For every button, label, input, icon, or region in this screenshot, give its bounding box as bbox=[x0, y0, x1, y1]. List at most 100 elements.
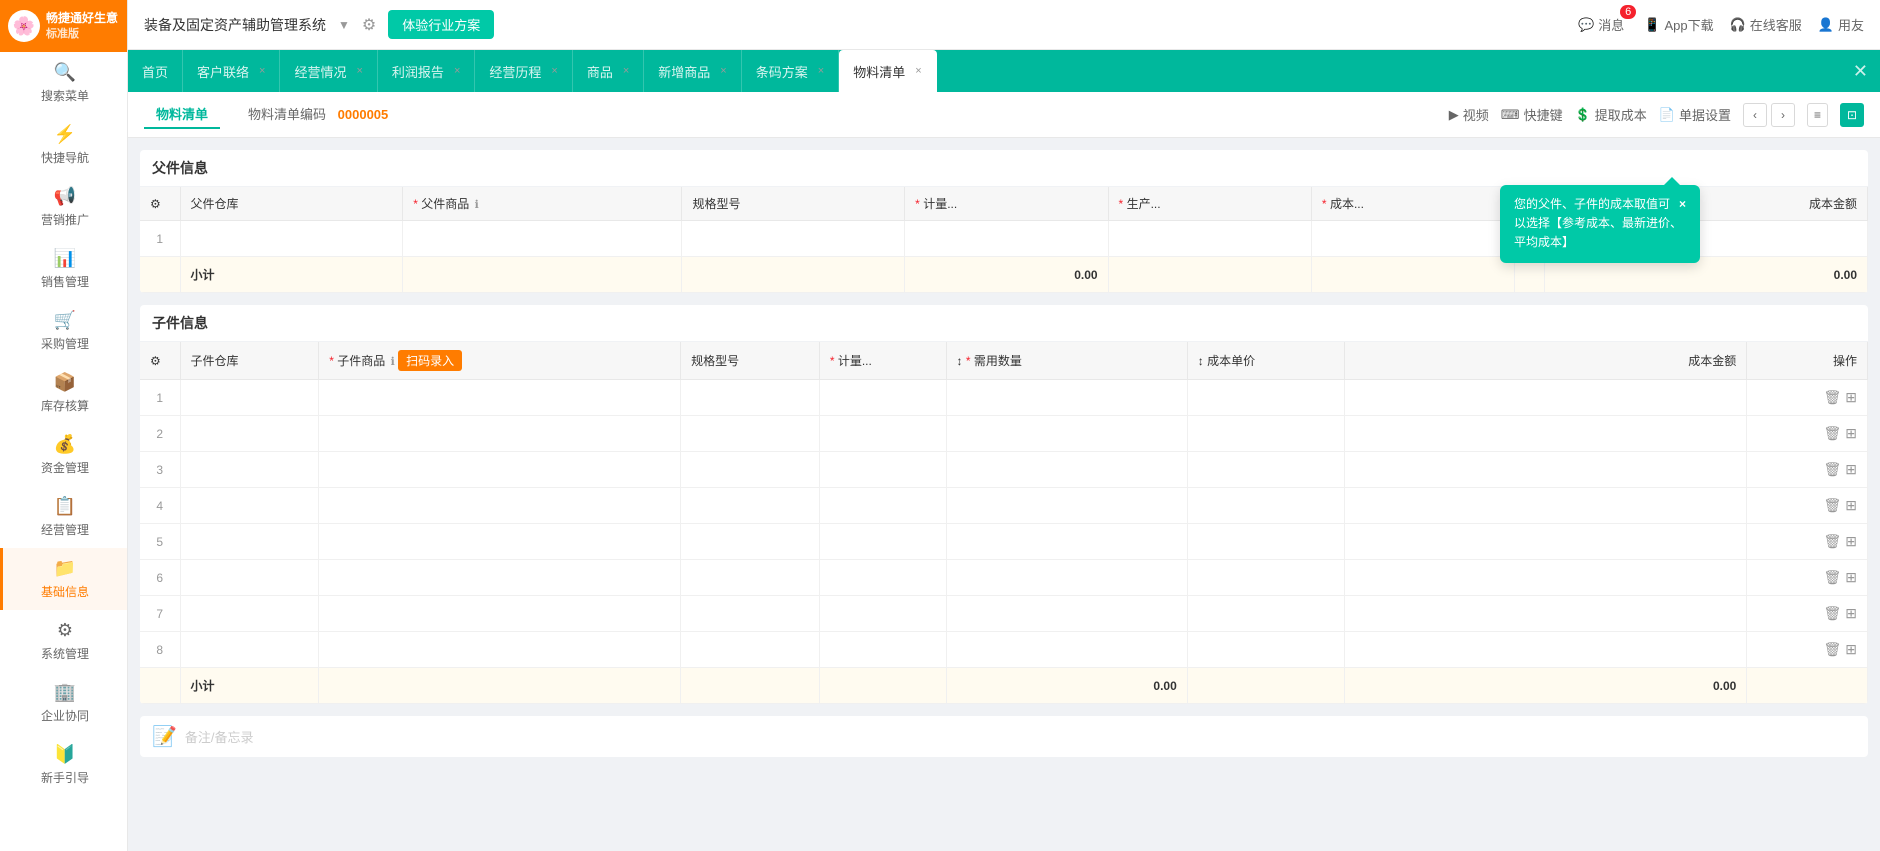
th-child-action: 操作 bbox=[1747, 342, 1868, 380]
extract-cost-btn[interactable]: 💲 提取成本 bbox=[1575, 105, 1647, 124]
child-warehouse-2[interactable] bbox=[180, 416, 319, 452]
online-support-btn[interactable]: 🎧 在线客服 bbox=[1730, 15, 1802, 34]
sidebar-item-guide[interactable]: 🔰 新手引导 bbox=[0, 734, 127, 796]
parent-cost-1[interactable] bbox=[1311, 221, 1514, 257]
dropdown-arrow-icon: ▼ bbox=[338, 18, 350, 32]
parent-spec-1[interactable] bbox=[682, 221, 905, 257]
close-icon[interactable]: × bbox=[551, 65, 557, 77]
child-unit-cost-2[interactable] bbox=[1187, 416, 1344, 452]
close-icon[interactable]: × bbox=[720, 65, 726, 77]
tab-operations[interactable]: 经营情况 × bbox=[280, 50, 377, 92]
video-btn[interactable]: ▶ 视频 bbox=[1449, 105, 1489, 124]
user-btn[interactable]: 👤 用友 bbox=[1818, 15, 1864, 34]
sidebar-item-basic-info[interactable]: 📁 基础信息 bbox=[0, 548, 127, 610]
tab-new-goods[interactable]: 新增商品 × bbox=[644, 50, 741, 92]
close-icon[interactable]: × bbox=[356, 65, 362, 77]
inventory-icon: 📦 bbox=[54, 372, 76, 393]
sidebar-item-system[interactable]: ⚙ 系统管理 bbox=[0, 610, 127, 672]
tooltip-close-btn[interactable]: × bbox=[1679, 195, 1686, 214]
nav-next-btn[interactable]: › bbox=[1771, 103, 1795, 127]
delete-btn-7[interactable]: 🗑 bbox=[1823, 605, 1841, 622]
copy-btn-6[interactable]: ⊞ bbox=[1845, 569, 1857, 586]
delete-btn-3[interactable]: 🗑 bbox=[1823, 461, 1841, 478]
info-icon[interactable]: ℹ bbox=[475, 199, 479, 211]
close-icon[interactable]: × bbox=[623, 65, 629, 77]
child-row-5: 5 🗑 ⊞ bbox=[140, 524, 1868, 560]
copy-btn-1[interactable]: ⊞ bbox=[1845, 389, 1857, 406]
copy-btn-8[interactable]: ⊞ bbox=[1845, 641, 1857, 658]
copy-btn-7[interactable]: ⊞ bbox=[1845, 605, 1857, 622]
child-row-1: 1 🗑 ⊞ bbox=[140, 380, 1868, 416]
try-button[interactable]: 体验行业方案 bbox=[388, 10, 494, 39]
tab-goods[interactable]: 商品 × bbox=[573, 50, 644, 92]
top-header-left: 装备及固定资产辅助管理系统 ▼ ⚙ 体验行业方案 bbox=[144, 10, 494, 39]
sidebar-item-purchase[interactable]: 🛒 采购管理 bbox=[0, 300, 127, 362]
sidebar-item-marketing[interactable]: 📢 营销推广 bbox=[0, 176, 127, 238]
close-icon[interactable]: × bbox=[259, 65, 265, 77]
note-placeholder[interactable]: 备注/备忘录 bbox=[185, 727, 254, 746]
child-warehouse-1[interactable] bbox=[180, 380, 319, 416]
sidebar-item-search[interactable]: 🔍 搜索菜单 bbox=[0, 52, 127, 114]
delete-btn-5[interactable]: 🗑 bbox=[1823, 533, 1841, 550]
child-row-8: 8 🗑 ⊞ bbox=[140, 632, 1868, 668]
th-child-settings[interactable]: ⚙ bbox=[140, 342, 180, 380]
search-icon: 🔍 bbox=[54, 62, 76, 83]
sidebar-item-finance[interactable]: 💰 资金管理 bbox=[0, 424, 127, 486]
shortcut-btn[interactable]: ⌨ 快捷键 bbox=[1501, 105, 1563, 124]
sidebar-item-operations[interactable]: 📋 经营管理 bbox=[0, 486, 127, 548]
scan-btn[interactable]: 扫码录入 bbox=[398, 350, 462, 371]
tab-bom[interactable]: 物料清单 × bbox=[839, 50, 936, 92]
tab-barcode[interactable]: 条码方案 × bbox=[742, 50, 839, 92]
layout-btn[interactable]: ≡ bbox=[1807, 103, 1828, 127]
th-parent-settings[interactable]: ⚙ bbox=[140, 187, 180, 221]
message-btn[interactable]: 💬 6 消息 bbox=[1574, 11, 1628, 38]
child-unit-2[interactable] bbox=[819, 416, 946, 452]
app-download-btn[interactable]: 📱 App下载 bbox=[1644, 15, 1713, 34]
child-spec-2[interactable] bbox=[681, 416, 820, 452]
copy-btn-5[interactable]: ⊞ bbox=[1845, 533, 1857, 550]
tab-profit[interactable]: 利润报告 × bbox=[378, 50, 475, 92]
sidebar-item-quick-nav[interactable]: ⚡ 快捷导航 bbox=[0, 114, 127, 176]
child-quantity-2[interactable] bbox=[946, 416, 1187, 452]
th-child-unit-cost: ↕ 成本单价 bbox=[1187, 342, 1344, 380]
parent-product-1[interactable] bbox=[403, 221, 682, 257]
delete-btn-4[interactable]: 🗑 bbox=[1823, 497, 1841, 514]
sidebar-item-inventory[interactable]: 📦 库存核算 bbox=[0, 362, 127, 424]
page-tab-bom[interactable]: 物料清单 bbox=[144, 100, 220, 129]
child-product-2[interactable] bbox=[319, 416, 681, 452]
page-tab-code: 物料清单编码 0000005 bbox=[236, 100, 400, 129]
parent-warehouse-1[interactable] bbox=[180, 221, 403, 257]
copy-btn-3[interactable]: ⊞ bbox=[1845, 461, 1857, 478]
setup-icon: 📄 bbox=[1659, 107, 1675, 123]
parent-unit-1[interactable] bbox=[905, 221, 1108, 257]
sidebar-item-sales[interactable]: 📊 销售管理 bbox=[0, 238, 127, 300]
delete-btn-1[interactable]: 🗑 bbox=[1823, 389, 1841, 406]
sidebar-item-enterprise[interactable]: 🏢 企业协同 bbox=[0, 672, 127, 734]
delete-btn-2[interactable]: 🗑 bbox=[1823, 425, 1841, 442]
child-unit-cost-1[interactable] bbox=[1187, 380, 1344, 416]
child-quantity-1[interactable] bbox=[946, 380, 1187, 416]
child-cost-amount-1 bbox=[1345, 380, 1747, 416]
tab-customer[interactable]: 客户联络 × bbox=[183, 50, 280, 92]
delete-btn-8[interactable]: 🗑 bbox=[1823, 641, 1841, 658]
tab-history[interactable]: 经营历程 × bbox=[475, 50, 572, 92]
close-all-btn[interactable]: ✕ bbox=[1841, 61, 1880, 82]
copy-btn-4[interactable]: ⊞ bbox=[1845, 497, 1857, 514]
parent-production-1[interactable] bbox=[1108, 221, 1311, 257]
copy-btn-2[interactable]: ⊞ bbox=[1845, 425, 1857, 442]
delete-btn-6[interactable]: 🗑 bbox=[1823, 569, 1841, 586]
close-icon[interactable]: × bbox=[915, 65, 921, 77]
th-parent-product: * 父件商品 ℹ bbox=[403, 187, 682, 221]
close-icon[interactable]: × bbox=[818, 65, 824, 77]
scroll-area: × 您的父件、子件的成本取值可以选择【参考成本、最新进价、平均成本】 父件信息 … bbox=[128, 138, 1880, 851]
child-info-icon[interactable]: ℹ bbox=[391, 356, 395, 368]
child-spec-1[interactable] bbox=[681, 380, 820, 416]
single-setup-btn[interactable]: 📄 单据设置 bbox=[1659, 105, 1731, 124]
nav-prev-btn[interactable]: ‹ bbox=[1743, 103, 1767, 127]
child-product-1[interactable] bbox=[319, 380, 681, 416]
expand-btn[interactable]: ⊡ bbox=[1840, 103, 1864, 127]
child-unit-1[interactable] bbox=[819, 380, 946, 416]
close-icon[interactable]: × bbox=[454, 65, 460, 77]
tab-home[interactable]: 首页 bbox=[128, 50, 183, 92]
settings-icon[interactable]: ⚙ bbox=[362, 15, 376, 35]
